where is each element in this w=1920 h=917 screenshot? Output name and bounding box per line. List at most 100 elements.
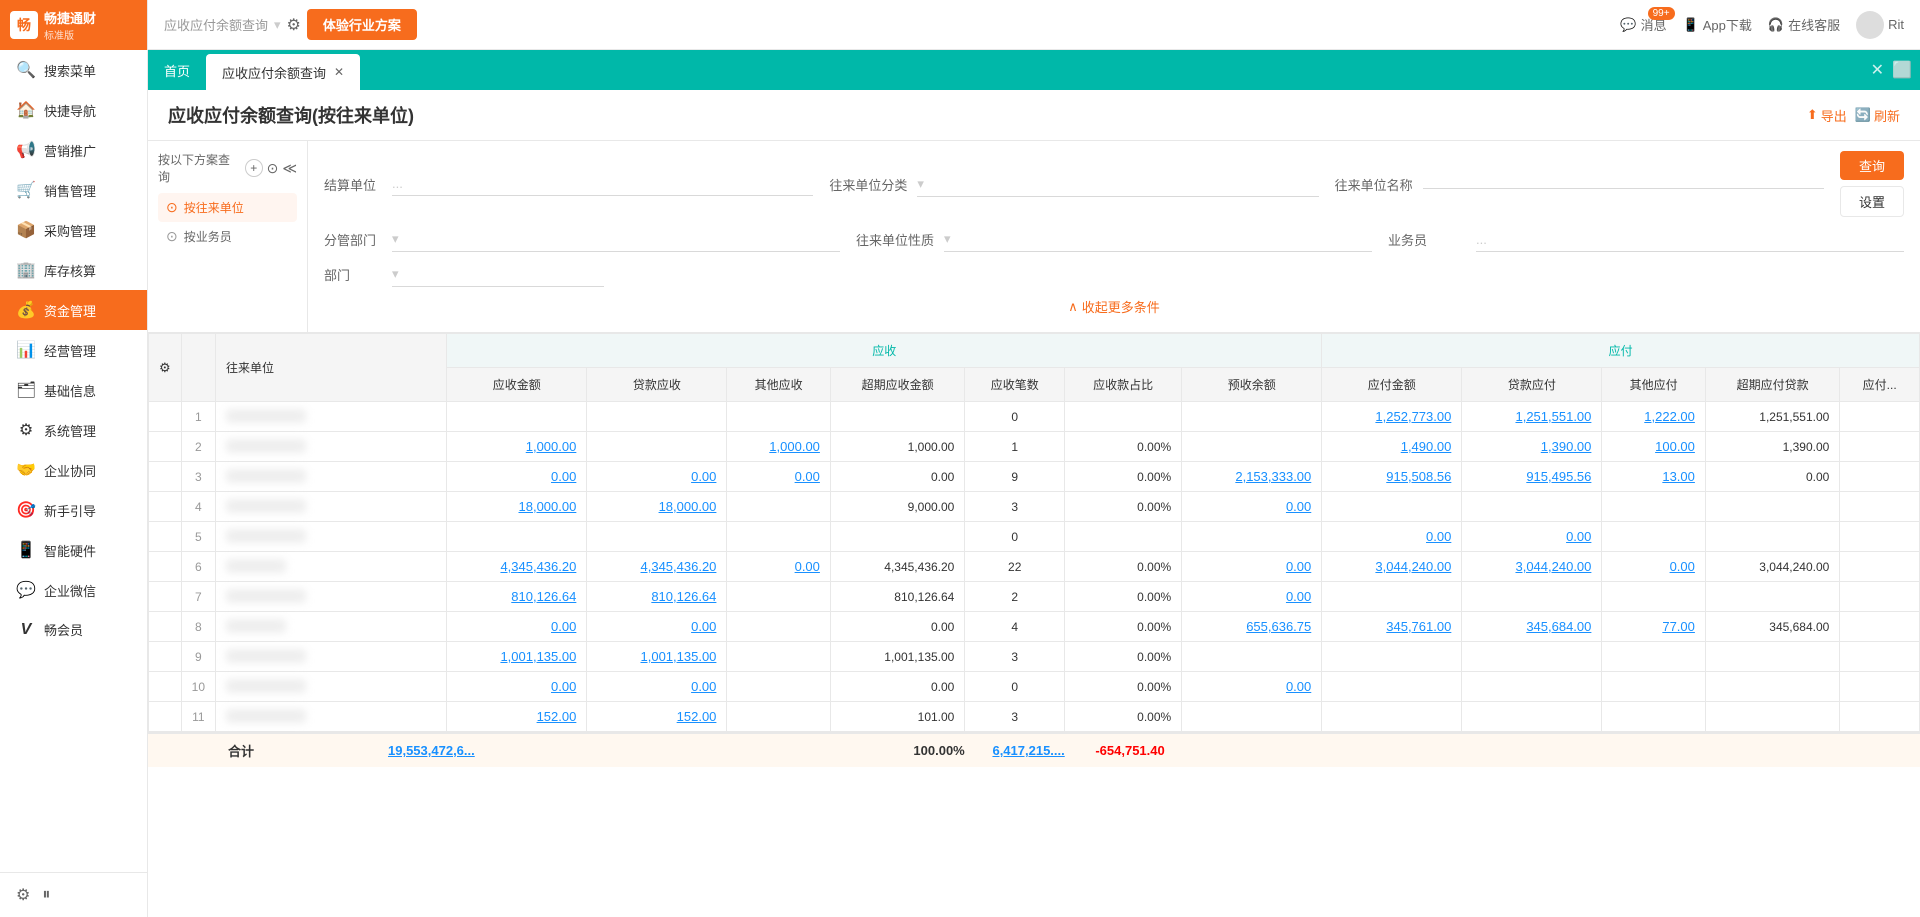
link-cell[interactable]: 345,684.00: [1526, 619, 1591, 634]
link-cell[interactable]: 0.00: [1566, 529, 1591, 544]
unit-nature-label: 往来单位性质: [856, 230, 936, 249]
link-cell[interactable]: 915,495.56: [1526, 469, 1591, 484]
search-icon: 🔍: [16, 60, 36, 80]
sidebar-item-guide[interactable]: 🎯 新手引导: [0, 490, 147, 530]
sidebar-item-inventory[interactable]: 🏢 库存核算: [0, 250, 147, 290]
sidebar-item-search[interactable]: 🔍 搜索菜单: [0, 50, 147, 90]
link-cell[interactable]: 0.00: [691, 619, 716, 634]
link-cell[interactable]: 915,508.56: [1386, 469, 1451, 484]
sidebar-item-marketing[interactable]: 📢 营销推广: [0, 130, 147, 170]
sidebar-settings-icon[interactable]: ⚙: [16, 885, 30, 905]
footer-prepay-balance[interactable]: 6,417,215....: [975, 743, 1075, 758]
link-cell[interactable]: 0.00: [795, 469, 820, 484]
message-action[interactable]: 💬 消息 99+: [1620, 15, 1666, 34]
user-area[interactable]: Rit: [1856, 11, 1904, 39]
link-cell[interactable]: 1,390.00: [1541, 439, 1592, 454]
link-cell[interactable]: 100.00: [1655, 439, 1695, 454]
link-cell[interactable]: 1,251,551.00: [1515, 409, 1591, 424]
tab-close-icon[interactable]: ✕: [334, 65, 344, 79]
link-cell[interactable]: 655,636.75: [1246, 619, 1311, 634]
link-cell[interactable]: 4,345,436.20: [500, 559, 576, 574]
link-cell[interactable]: 18,000.00: [659, 499, 717, 514]
link-cell[interactable]: 0.00: [1286, 679, 1311, 694]
tab-home[interactable]: 首页: [148, 50, 206, 90]
query-button[interactable]: 查询: [1840, 151, 1904, 180]
sidebar-item-finance[interactable]: 💰 资金管理: [0, 290, 147, 330]
query-item-by-unit[interactable]: ⊙ 按往来单位: [158, 193, 297, 222]
sidebar-item-system[interactable]: ⚙ 系统管理: [0, 410, 147, 450]
link-cell[interactable]: 1,000.00: [526, 439, 577, 454]
sidebar-item-nav[interactable]: 🏠 快捷导航: [0, 90, 147, 130]
sidebar-item-purchase[interactable]: 📦 采购管理: [0, 210, 147, 250]
link-cell[interactable]: 152.00: [677, 709, 717, 724]
link-cell[interactable]: 152.00: [537, 709, 577, 724]
sidebar-item-operation[interactable]: 📊 经营管理: [0, 330, 147, 370]
tab-close-window-icon[interactable]: ✕: [1871, 60, 1884, 80]
link-cell[interactable]: 0.00: [691, 469, 716, 484]
salesperson-input[interactable]: ...: [1476, 228, 1904, 252]
sidebar-item-sales[interactable]: 🛒 销售管理: [0, 170, 147, 210]
link-cell[interactable]: 1,222.00: [1644, 409, 1695, 424]
link-cell[interactable]: 0.00: [551, 619, 576, 634]
table-row: 9 1,001,135.001,001,135.001,001,135.0030…: [149, 642, 1920, 672]
link-cell[interactable]: 0.00: [1286, 499, 1311, 514]
sidebar-collapse-icon[interactable]: ⏸: [42, 886, 50, 904]
sidebar-item-member[interactable]: V 畅会员: [0, 610, 147, 649]
link-cell[interactable]: 810,126.64: [511, 589, 576, 604]
link-cell[interactable]: 4,345,436.20: [641, 559, 717, 574]
sidebar-item-basic[interactable]: 🗂 基础信息: [0, 370, 147, 410]
unit-name-cell: [216, 492, 447, 522]
solution-button[interactable]: 体验行业方案: [307, 9, 417, 40]
link-cell[interactable]: 1,001,135.00: [500, 649, 576, 664]
link-cell[interactable]: 3,044,240.00: [1515, 559, 1591, 574]
query-item-by-staff[interactable]: ⊙ 按业务员: [158, 222, 297, 251]
link-cell[interactable]: 2,153,333.00: [1235, 469, 1311, 484]
link-cell[interactable]: 0.00: [1426, 529, 1451, 544]
collapse-bar[interactable]: ∧ 收起更多条件: [324, 291, 1904, 322]
unit-name-input[interactable]: [1423, 180, 1824, 189]
link-cell[interactable]: 0.00: [551, 679, 576, 694]
sidebar-item-hardware[interactable]: 📱 智能硬件: [0, 530, 147, 570]
link-cell[interactable]: 0.00: [551, 469, 576, 484]
footer-recv-amount[interactable]: 19,553,472,6...: [378, 743, 485, 758]
tab-query[interactable]: 应收应付余额查询 ✕: [206, 54, 360, 90]
settings-button[interactable]: 设置: [1840, 186, 1904, 217]
link-cell[interactable]: 18,000.00: [519, 499, 577, 514]
table-settings-icon[interactable]: ⚙: [159, 360, 171, 375]
link-cell[interactable]: 0.00: [1670, 559, 1695, 574]
filter-toolbar-label: 按以下方案查询: [158, 151, 241, 185]
app-download-action[interactable]: 📱 App下载: [1683, 15, 1752, 34]
header-settings-icon[interactable]: ⚙: [287, 15, 301, 35]
link-cell[interactable]: 13.00: [1662, 469, 1695, 484]
link-cell[interactable]: 0.00: [691, 679, 716, 694]
link-cell[interactable]: 0.00: [1286, 559, 1311, 574]
settlement-unit-input[interactable]: ...: [392, 172, 813, 196]
settings-header[interactable]: ⚙: [149, 334, 182, 402]
row-settings-cell: [149, 462, 182, 492]
link-cell[interactable]: 1,490.00: [1401, 439, 1452, 454]
link-cell[interactable]: 77.00: [1662, 619, 1695, 634]
service-action[interactable]: 🎧 在线客服: [1768, 15, 1840, 34]
data-table: ⚙ 往来单位 应收 应付 应收金额 贷款应收 其他应收 超期应收金额: [148, 333, 1920, 732]
dept-manage-input[interactable]: ▾: [392, 227, 840, 252]
sidebar-item-wechat[interactable]: 💬 企业微信: [0, 570, 147, 610]
sidebar-item-corp[interactable]: 🤝 企业协同: [0, 450, 147, 490]
link-cell[interactable]: 0.00: [1286, 589, 1311, 604]
unit-category-input[interactable]: ▾: [917, 172, 1318, 197]
unit-nature-input[interactable]: ▾: [944, 227, 1372, 252]
salesperson-label: 业务员: [1388, 230, 1468, 249]
link-cell[interactable]: 1,252,773.00: [1375, 409, 1451, 424]
link-cell[interactable]: 345,761.00: [1386, 619, 1451, 634]
add-group-btn[interactable]: +: [245, 159, 263, 177]
link-cell[interactable]: 1,000.00: [769, 439, 820, 454]
link-cell[interactable]: 3,044,240.00: [1375, 559, 1451, 574]
refresh-button[interactable]: 🔄 刷新: [1855, 106, 1900, 125]
dept-input[interactable]: ▾: [392, 262, 604, 287]
settings-group-btn[interactable]: ⊙: [267, 160, 279, 177]
tab-maximize-icon[interactable]: ⬜: [1892, 60, 1912, 80]
export-button[interactable]: ⬆ 导出: [1807, 106, 1847, 125]
collapse-group-btn[interactable]: ≪: [282, 160, 297, 177]
link-cell[interactable]: 0.00: [795, 559, 820, 574]
link-cell[interactable]: 1,001,135.00: [641, 649, 717, 664]
link-cell[interactable]: 810,126.64: [651, 589, 716, 604]
